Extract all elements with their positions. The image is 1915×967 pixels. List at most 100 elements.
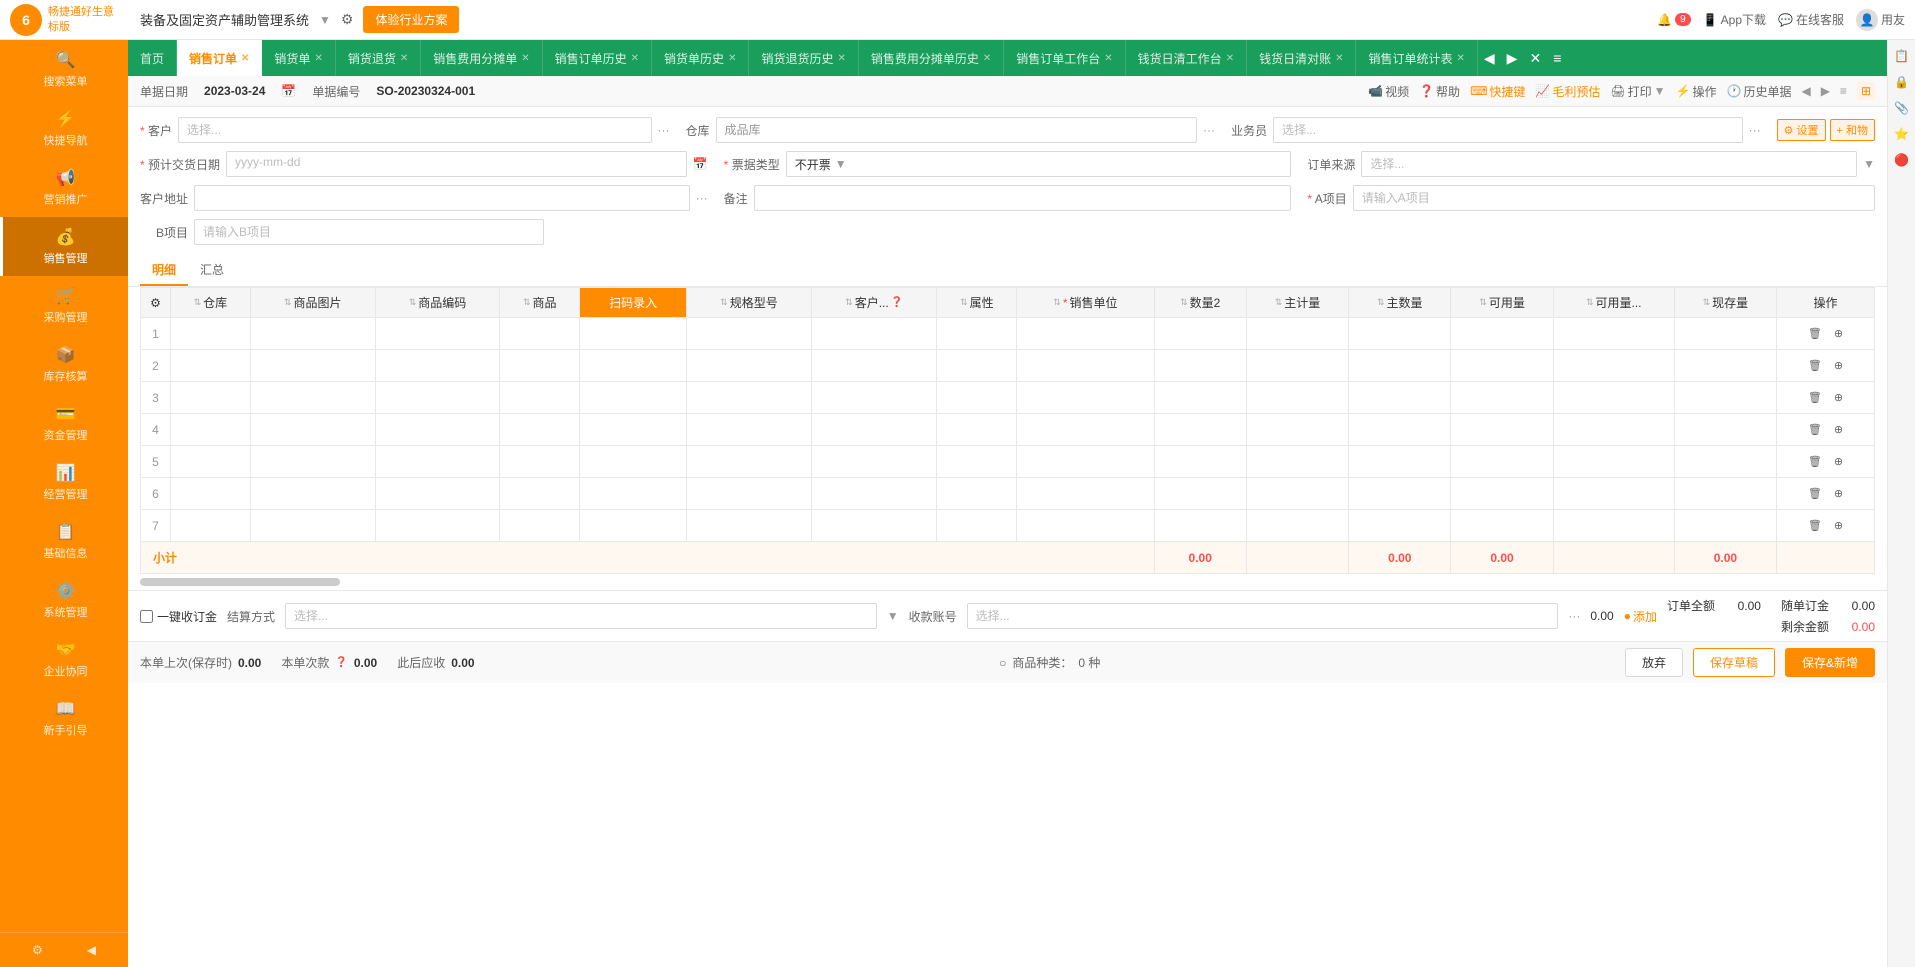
table-cell[interactable] bbox=[1553, 382, 1674, 414]
table-cell[interactable] bbox=[1246, 350, 1348, 382]
warehouse-input[interactable]: 成品库 bbox=[716, 117, 1198, 143]
table-cell[interactable] bbox=[250, 510, 375, 542]
table-cell[interactable] bbox=[375, 510, 500, 542]
row-copy-btn[interactable]: ⊕ bbox=[1830, 517, 1847, 534]
table-cell[interactable] bbox=[375, 414, 500, 446]
table-cell[interactable] bbox=[250, 414, 375, 446]
table-cell[interactable] bbox=[250, 478, 375, 510]
table-cell[interactable] bbox=[171, 318, 251, 350]
view-btn[interactable]: 📹 视频 bbox=[1368, 83, 1409, 100]
online-service-btn[interactable]: 💬 在线客服 bbox=[1778, 11, 1844, 28]
tab-return-history[interactable]: 销货退货历史 ✕ bbox=[749, 40, 858, 76]
save-draft-btn[interactable]: 保存草稿 bbox=[1693, 648, 1775, 677]
table-cell[interactable] bbox=[811, 382, 937, 414]
table-cell[interactable] bbox=[171, 446, 251, 478]
staff-more[interactable]: ··· bbox=[1749, 123, 1761, 137]
row-copy-btn[interactable]: ⊕ bbox=[1830, 357, 1847, 374]
table-cell[interactable] bbox=[937, 478, 1017, 510]
add-payment-btn[interactable]: ● 添加 bbox=[1624, 608, 1657, 625]
table-cell[interactable] bbox=[1553, 350, 1674, 382]
table-cell[interactable] bbox=[500, 446, 580, 478]
table-cell[interactable] bbox=[687, 446, 812, 478]
table-cell[interactable] bbox=[1553, 414, 1674, 446]
settings-form-btn[interactable]: ⚙ 设置 bbox=[1777, 119, 1826, 141]
address-more[interactable]: ··· bbox=[696, 191, 708, 205]
quick-collect-checkbox[interactable]: 一键收订金 bbox=[140, 608, 217, 625]
table-cell[interactable] bbox=[937, 446, 1017, 478]
row-delete-btn[interactable]: 🗑 bbox=[1804, 357, 1826, 374]
th-unit[interactable]: ⇅*销售单位 bbox=[1017, 288, 1154, 318]
row-copy-btn[interactable]: ⊕ bbox=[1830, 421, 1847, 438]
tab-order-workbench[interactable]: 销售订单工作台 ✕ bbox=[1004, 40, 1125, 76]
table-cell[interactable] bbox=[1349, 478, 1451, 510]
table-cell[interactable] bbox=[1154, 414, 1246, 446]
table-cell[interactable] bbox=[375, 350, 500, 382]
tab-close-sales-order[interactable]: ✕ bbox=[241, 53, 249, 64]
table-cell[interactable] bbox=[1017, 382, 1154, 414]
sidebar-item-system[interactable]: ⚙️ 系统管理 bbox=[0, 571, 128, 630]
table-cell[interactable] bbox=[1349, 414, 1451, 446]
tab-close-delivery[interactable]: ✕ bbox=[314, 53, 322, 64]
table-cell[interactable] bbox=[687, 510, 812, 542]
table-cell[interactable] bbox=[250, 350, 375, 382]
table-cell[interactable] bbox=[375, 382, 500, 414]
row-delete-btn[interactable]: 🗑 bbox=[1804, 389, 1826, 406]
tab-close-order-history[interactable]: ✕ bbox=[631, 53, 639, 64]
tab-close-stats[interactable]: ✕ bbox=[1457, 53, 1465, 64]
tab-prev-btn[interactable]: ◀ bbox=[1478, 50, 1501, 67]
table-cell[interactable] bbox=[375, 478, 500, 510]
table-cell[interactable] bbox=[811, 478, 937, 510]
table-cell[interactable] bbox=[1674, 318, 1776, 350]
table-cell[interactable] bbox=[580, 510, 687, 542]
tab-close-delivery-history[interactable]: ✕ bbox=[728, 53, 736, 64]
table-cell[interactable] bbox=[171, 350, 251, 382]
th-image[interactable]: ⇅商品图片 bbox=[250, 288, 375, 318]
th-warehouse[interactable]: ⇅仓库 bbox=[171, 288, 251, 318]
note-input[interactable] bbox=[754, 185, 1292, 211]
sidebar-item-marketing[interactable]: 📢 营销推广 bbox=[0, 158, 128, 217]
tab-next-btn[interactable]: ▶ bbox=[1501, 50, 1524, 67]
table-cell[interactable] bbox=[1017, 318, 1154, 350]
tab-home[interactable]: 首页 bbox=[128, 40, 177, 76]
table-cell[interactable] bbox=[687, 318, 812, 350]
horizontal-scrollbar[interactable] bbox=[140, 578, 340, 586]
table-cell[interactable] bbox=[500, 510, 580, 542]
tab-daily-workbench[interactable]: 钱货日清工作台 ✕ bbox=[1126, 40, 1247, 76]
sidebar-item-search[interactable]: 🔍 搜索菜单 bbox=[0, 40, 128, 99]
table-cell[interactable] bbox=[1246, 446, 1348, 478]
tab-close-return[interactable]: ✕ bbox=[400, 53, 408, 64]
th-stock[interactable]: ⇅现存量 bbox=[1674, 288, 1776, 318]
table-cell[interactable] bbox=[500, 478, 580, 510]
discard-btn[interactable]: 放弃 bbox=[1625, 648, 1683, 677]
sidebar-item-finance[interactable]: 💳 资金管理 bbox=[0, 394, 128, 453]
tab-sales-delivery[interactable]: 销货单 ✕ bbox=[262, 40, 335, 76]
tab-sales-expense[interactable]: 销售费用分摊单 ✕ bbox=[421, 40, 542, 76]
table-cell[interactable] bbox=[171, 414, 251, 446]
table-cell[interactable] bbox=[1349, 446, 1451, 478]
delivery-input[interactable]: yyyy-mm-dd bbox=[226, 151, 687, 177]
table-cell[interactable] bbox=[1246, 510, 1348, 542]
tab-close-btn[interactable]: ✕ bbox=[1523, 50, 1547, 67]
right-panel-icon-3[interactable]: 📎 bbox=[1890, 96, 1914, 120]
sidebar-item-collab[interactable]: 🤝 企业协同 bbox=[0, 630, 128, 689]
table-cell[interactable] bbox=[1674, 510, 1776, 542]
delivery-calendar-icon[interactable]: 📅 bbox=[693, 157, 708, 171]
table-cell[interactable] bbox=[1451, 478, 1553, 510]
calendar-icon[interactable]: 📅 bbox=[281, 84, 296, 98]
prev-record-btn[interactable]: ◀ bbox=[1801, 84, 1810, 98]
tab-reconcile[interactable]: 钱货日清对账 ✕ bbox=[1247, 40, 1356, 76]
table-cell[interactable] bbox=[1451, 318, 1553, 350]
table-cell[interactable] bbox=[580, 478, 687, 510]
table-cell[interactable] bbox=[1451, 414, 1553, 446]
table-cell[interactable] bbox=[687, 350, 812, 382]
table-cell[interactable] bbox=[580, 382, 687, 414]
table-cell[interactable] bbox=[1246, 414, 1348, 446]
shortcut-btn[interactable]: ⌨ 快捷键 bbox=[1470, 83, 1525, 100]
th-customer-code[interactable]: ⇅客户...❓ bbox=[811, 288, 937, 318]
table-cell[interactable] bbox=[1349, 350, 1451, 382]
row-delete-btn[interactable]: 🗑 bbox=[1804, 517, 1826, 534]
b-project-input[interactable]: 请输入B项目 bbox=[194, 219, 544, 245]
th-gear[interactable]: ⚙ bbox=[141, 288, 171, 318]
table-cell[interactable] bbox=[250, 382, 375, 414]
table-cell[interactable] bbox=[937, 318, 1017, 350]
